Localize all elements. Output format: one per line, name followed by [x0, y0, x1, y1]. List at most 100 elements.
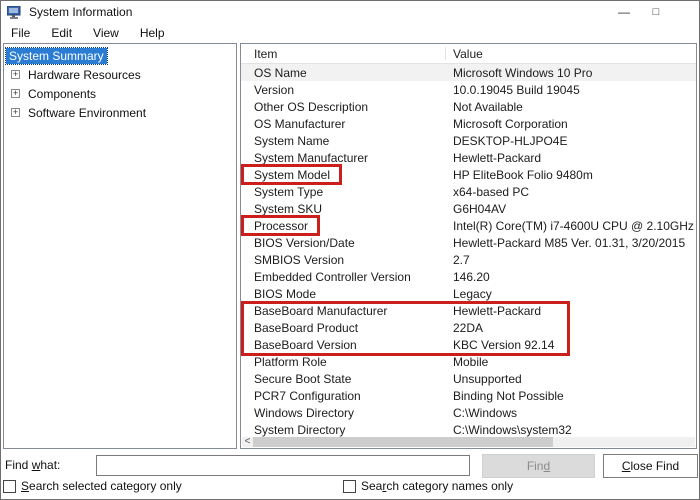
scroll-left-icon[interactable]: < [242, 437, 253, 447]
row-value: Legacy [453, 286, 492, 301]
scrollbar-thumb[interactable] [253, 437, 553, 447]
table-row[interactable]: System SKU G6H04AV [241, 200, 696, 217]
checkbox-icon[interactable] [343, 479, 356, 493]
table-row[interactable]: Windows Directory C:\Windows [241, 404, 696, 421]
row-item-label: BIOS Version/Date [254, 235, 355, 250]
table-row[interactable]: Embedded Controller Version 146.20 [241, 268, 696, 285]
menu-help[interactable]: Help [137, 25, 168, 41]
table-row[interactable]: Version 10.0.19045 Build 19045 [241, 81, 696, 98]
table-row[interactable]: BIOS Version/Date Hewlett-Packard M85 Ver… [241, 234, 696, 251]
menu-file[interactable]: File [8, 25, 33, 41]
table-row[interactable]: BaseBoard Version KBC Version 92.14 [241, 336, 696, 353]
tree-item-label: Software Environment [28, 105, 147, 120]
row-value: 2.7 [453, 252, 470, 267]
row-value: Not Available [453, 99, 523, 114]
tree-item-label: System Summary [5, 46, 108, 65]
menu-edit[interactable]: Edit [48, 25, 75, 41]
app-icon [7, 5, 21, 19]
horizontal-scrollbar[interactable]: < [242, 437, 695, 447]
find-button[interactable]: Find [482, 454, 595, 478]
column-divider[interactable] [445, 47, 446, 60]
window-title: System Information [29, 5, 133, 19]
row-item-label: Secure Boot State [254, 371, 352, 386]
row-item-label: OS Manufacturer [254, 116, 346, 131]
tree-item-label: Hardware Resources [28, 67, 141, 82]
row-item-label: OS Name [254, 65, 307, 80]
table-row[interactable]: Processor Intel(R) Core(TM) i7-4600U CPU … [241, 217, 696, 234]
row-value: Microsoft Windows 10 Pro [453, 65, 593, 80]
expand-plus-icon[interactable]: + [11, 108, 20, 117]
close-find-button[interactable]: Close Find [603, 454, 698, 478]
row-value: Hewlett-Packard [453, 303, 542, 318]
table-row[interactable]: Secure Boot State Unsupported [241, 370, 696, 387]
table-row[interactable]: BaseBoard Product 22DA [241, 319, 696, 336]
find-what-label: Find what: [5, 458, 61, 472]
table-row[interactable]: OS Name Microsoft Windows 10 Pro [241, 64, 696, 81]
row-value: Unsupported [453, 371, 522, 386]
table-row[interactable]: OS Manufacturer Microsoft Corporation [241, 115, 696, 132]
row-value: C:\Windows\system32 [453, 422, 572, 437]
row-value: Mobile [453, 354, 489, 369]
row-item-label: Windows Directory [254, 405, 355, 420]
column-header-item[interactable]: Item [241, 47, 453, 61]
table-row[interactable]: Platform Role Mobile [241, 353, 696, 370]
row-item-label: System Directory [254, 422, 346, 437]
search-category-names-option[interactable]: Search category names only [343, 479, 513, 493]
row-value: 10.0.19045 Build 19045 [453, 82, 580, 97]
category-tree: System Summary + Hardware Resources + Co… [3, 43, 237, 449]
table-row[interactable]: BaseBoard Manufacturer Hewlett-Packard [241, 302, 696, 319]
checkbox-label: Search category names only [361, 479, 514, 493]
find-bar: Find what: Find Close Find [1, 451, 699, 479]
table-row[interactable]: System Manufacturer Hewlett-Packard [241, 149, 696, 166]
row-item-label: System Model [254, 167, 331, 182]
row-value: HP EliteBook Folio 9480m [453, 167, 593, 182]
column-header-value[interactable]: Value [453, 47, 483, 61]
row-value: G6H04AV [453, 201, 507, 216]
row-value: Microsoft Corporation [453, 116, 568, 131]
row-value: DESKTOP-HLJPO4E [453, 133, 568, 148]
table-row[interactable]: System Directory C:\Windows\system32 [241, 421, 696, 438]
tree-item-hardware-resources[interactable]: + Hardware Resources [4, 65, 236, 84]
row-value: 22DA [453, 320, 484, 335]
table-row[interactable]: PCR7 Configuration Binding Not Possible [241, 387, 696, 404]
table-row[interactable]: System Type x64-based PC [241, 183, 696, 200]
maximize-button[interactable]: □ [641, 1, 671, 23]
row-item-label: BaseBoard Product [254, 320, 359, 335]
list-rows: OS Name Microsoft Windows 10 Pro Version 10… [241, 64, 696, 438]
row-item-label: PCR7 Configuration [254, 388, 361, 403]
table-row[interactable]: BIOS Mode Legacy [241, 285, 696, 302]
titlebar: System Information — □ [1, 1, 699, 23]
row-item-label: System Type [254, 184, 324, 199]
row-value: KBC Version 92.14 [453, 337, 555, 352]
row-value: x64-based PC [453, 184, 530, 199]
tree-item-software-environment[interactable]: + Software Environment [4, 103, 236, 122]
list-header: Item Value [241, 44, 696, 64]
checkbox-label: Search selected category only [21, 479, 182, 493]
row-item-label: Other OS Description [254, 99, 369, 114]
table-row[interactable]: SMBIOS Version 2.7 [241, 251, 696, 268]
row-value: Binding Not Possible [453, 388, 564, 403]
row-item-label: System Name [254, 133, 330, 148]
find-input[interactable] [96, 455, 470, 476]
row-value: Intel(R) Core(TM) i7-4600U CPU @ 2.10GHz [453, 218, 694, 233]
table-row[interactable]: Other OS Description Not Available [241, 98, 696, 115]
row-item-label: BaseBoard Manufacturer [254, 303, 388, 318]
tree-item-components[interactable]: + Components [4, 84, 236, 103]
tree-item-system-summary[interactable]: System Summary [4, 46, 236, 65]
expand-plus-icon[interactable]: + [11, 89, 20, 98]
search-options: Search selected category only Search cat… [1, 479, 699, 499]
tree-item-label: Components [28, 86, 97, 101]
row-item-label: System Manufacturer [254, 150, 369, 165]
row-item-label: Processor [254, 218, 309, 233]
table-row[interactable]: System Model HP EliteBook Folio 9480m [241, 166, 696, 183]
expand-plus-icon[interactable]: + [11, 70, 20, 79]
minimize-button[interactable]: — [609, 1, 639, 23]
menubar: File Edit View Help [1, 23, 699, 42]
menu-view[interactable]: View [90, 25, 122, 41]
table-row[interactable]: System Name DESKTOP-HLJPO4E [241, 132, 696, 149]
search-selected-category-option[interactable]: Search selected category only [3, 479, 182, 493]
checkbox-icon[interactable] [3, 479, 16, 493]
row-item-label: BIOS Mode [254, 286, 317, 301]
row-item-label: BaseBoard Version [254, 337, 357, 352]
row-item-label: System SKU [254, 201, 323, 216]
